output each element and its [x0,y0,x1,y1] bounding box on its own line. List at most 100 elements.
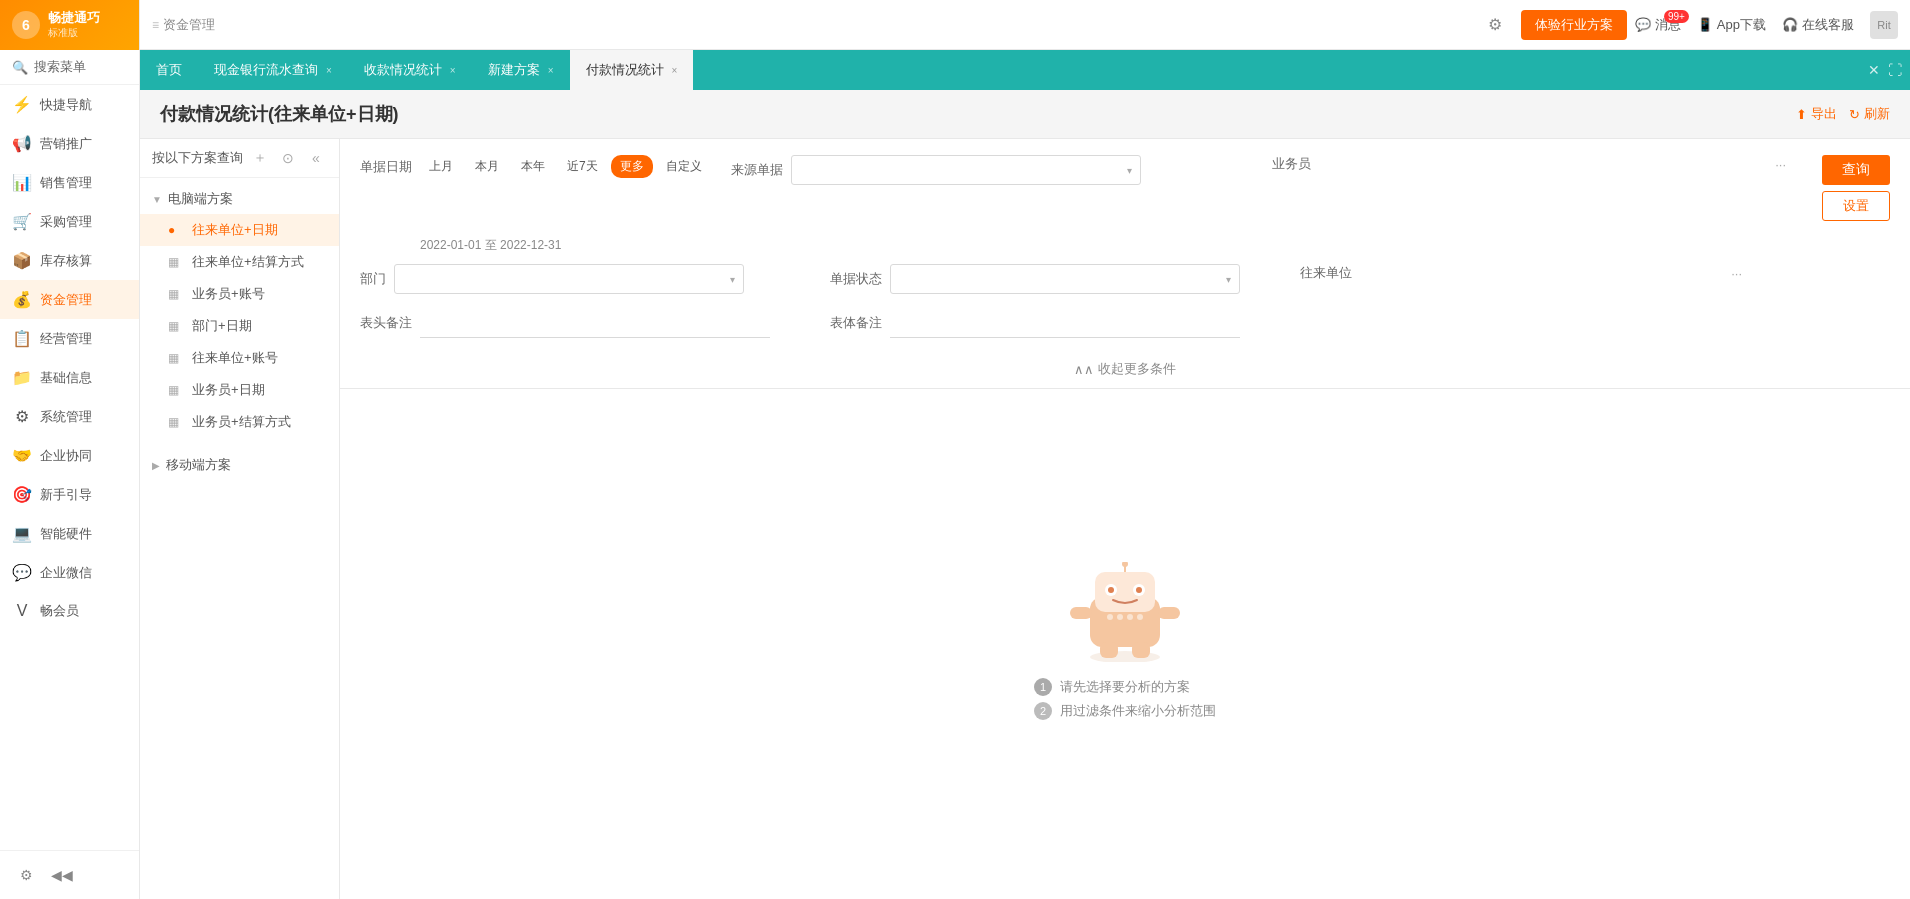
empty-hint-1: 1 请先选择要分析的方案 [1034,678,1216,696]
gear-button[interactable]: ⚙ [1481,11,1509,39]
tab-bank-flow[interactable]: 现金银行流水查询 × [198,50,348,90]
trial-industry-button[interactable]: 体验行业方案 [1521,10,1627,40]
sidebar-subtitle: 标准版 [48,26,100,40]
setting-button[interactable]: 设置 [1822,191,1890,221]
tab-bank-flow-close[interactable]: × [326,65,332,76]
tab-new-scheme-close[interactable]: × [548,65,554,76]
app-download-btn[interactable]: 📱 App下载 [1697,16,1766,34]
svg-rect-10 [1132,642,1150,658]
sidebar-item-purchase[interactable]: 🛒 采购管理 [0,202,139,241]
user-avatar[interactable]: Rit [1870,11,1898,39]
phone-icon: 📱 [1697,17,1713,32]
maximize-window-btn[interactable]: ⛶ [1888,62,1902,78]
scheme-partner-settle[interactable]: ▦ 往来单位+结算方式 [140,246,339,278]
notification-badge: 99+ [1664,10,1689,23]
bank-flow-tab-label: 现金银行流水查询 [214,61,318,79]
sidebar-item-sales[interactable]: 📊 销售管理 [0,163,139,202]
tab-window-controls: ✕ ⛶ [1860,50,1910,90]
settings-footer-btn[interactable]: ⚙ [12,861,40,889]
mobile-group-label: 移动端方案 [166,456,231,474]
tab-home[interactable]: 首页 [140,50,198,90]
sidebar-item-inventory[interactable]: 📦 库存核算 [0,241,139,280]
sidebar-item-marketing[interactable]: 📢 营销推广 [0,124,139,163]
sidebar-item-basic[interactable]: 📁 基础信息 [0,358,139,397]
page-header-actions: ⬆ 导出 ↻ 刷新 [1796,105,1890,123]
tab-new-scheme[interactable]: 新建方案 × [472,50,570,90]
corp-icon: 🤝 [12,446,32,465]
sidebar-item-capital[interactable]: 💰 资金管理 [0,280,139,319]
date-last-7[interactable]: 近7天 [558,155,607,178]
main-content: ≡ 资金管理 ⚙ 体验行业方案 💬 消息 99+ 📱 App下载 🎧 在线客服 … [140,0,1910,899]
sidebar-item-weixin[interactable]: 💬 企业微信 [0,553,139,592]
sidebar-item-label: 资金管理 [40,291,92,309]
desktop-group-label: 电脑端方案 [168,190,233,208]
source-filter-item: 来源单据 ▾ [731,155,1253,185]
source-select[interactable]: ▾ [791,155,1141,185]
collapse-sidebar-btn[interactable]: ◀◀ [48,861,76,889]
sidebar-item-member[interactable]: V 畅会员 [0,592,139,630]
sidebar-title: 畅捷通巧 [48,10,100,26]
scheme-salesman-account[interactable]: ▦ 业务员+账号 [140,278,339,310]
export-button[interactable]: ⬆ 导出 [1796,105,1837,123]
body-note-input[interactable] [890,308,1240,338]
date-custom[interactable]: 自定义 [657,155,711,178]
header-note-input[interactable] [420,308,770,338]
refresh-icon: ↻ [1849,107,1860,122]
date-more[interactable]: 更多 [611,155,653,178]
tab-collection-stat-close[interactable]: × [450,65,456,76]
sidebar-item-label: 企业协同 [40,447,92,465]
scheme-partner-date[interactable]: ● 往来单位+日期 [140,214,339,246]
empty-state: 1 请先选择要分析的方案 2 用过滤条件来缩小分析范围 [340,389,1910,899]
filter-area: 单据日期 上月 本月 本年 近7天 更多 自定义 [340,139,1910,389]
salesman-select-dots[interactable]: ··· [1775,157,1786,172]
collection-stat-tab-label: 收款情况统计 [364,61,442,79]
collapse-panel-btn[interactable]: « [305,147,327,169]
date-last-month[interactable]: 上月 [420,155,462,178]
source-select-arrow: ▾ [1127,165,1132,176]
tab-collection-stat[interactable]: 收款情况统计 × [348,50,472,90]
scheme-salesman-date[interactable]: ▦ 业务员+日期 [140,374,339,406]
breadcrumb: ≡ 资金管理 [152,16,1473,34]
scheme-settings-btn[interactable]: ⊙ [277,147,299,169]
partner-select-dots[interactable]: ··· [1731,266,1742,281]
sidebar-item-label: 新手引导 [40,486,92,504]
scheme-dept-date[interactable]: ▦ 部门+日期 [140,310,339,342]
table-icon-1: ▦ [168,255,184,269]
online-service-btn[interactable]: 🎧 在线客服 [1782,16,1854,34]
query-button[interactable]: 查询 [1822,155,1890,185]
scheme-label: 业务员+结算方式 [192,413,291,431]
dept-select[interactable]: ▾ [394,264,744,294]
sidebar-footer: ⚙ ◀◀ [0,850,139,899]
close-window-btn[interactable]: ✕ [1868,62,1880,78]
sidebar-item-hardware[interactable]: 💻 智能硬件 [0,514,139,553]
sidebar-item-operation[interactable]: 📋 经营管理 [0,319,139,358]
partner-filter-label: 往来单位 [1300,264,1352,282]
tab-payment-stat[interactable]: 付款情况统计 × [570,50,694,90]
date-this-year[interactable]: 本年 [512,155,554,178]
new-scheme-tab-label: 新建方案 [488,61,540,79]
add-scheme-btn[interactable]: ＋ [249,147,271,169]
sidebar-search[interactable]: 🔍 搜索菜单 [0,50,139,85]
desktop-group-header[interactable]: ▼ 电脑端方案 [140,184,339,214]
sidebar-item-system[interactable]: ⚙ 系统管理 [0,397,139,436]
scheme-partner-account[interactable]: ▦ 往来单位+账号 [140,342,339,374]
header-note-label: 表头备注 [360,314,412,332]
svg-rect-8 [1158,607,1180,619]
partner-filter-item: 往来单位 ··· [1300,264,1750,282]
empty-robot-svg [1065,562,1185,662]
mobile-group-header[interactable]: ▶ 移动端方案 [140,450,339,480]
sidebar-item-guide[interactable]: 🎯 新手引导 [0,475,139,514]
voucher-status-select[interactable]: ▾ [890,264,1240,294]
chart-icon: ▦ [168,351,184,365]
tab-payment-stat-close[interactable]: × [672,65,678,76]
sidebar-item-corp[interactable]: 🤝 企业协同 [0,436,139,475]
sidebar-item-quick-nav[interactable]: ⚡ 快捷导航 [0,85,139,124]
refresh-button[interactable]: ↻ 刷新 [1849,105,1890,123]
svg-point-16 [1137,614,1143,620]
salesman-filter-item: 业务员 ··· [1272,155,1794,173]
collapse-filter-btn[interactable]: ∧∧ 收起更多条件 [360,352,1890,388]
date-this-month[interactable]: 本月 [466,155,508,178]
collapse-icon: ∧∧ [1074,362,1094,377]
scheme-salesman-settle[interactable]: ▦ 业务员+结算方式 [140,406,339,438]
notification-btn[interactable]: 💬 消息 99+ [1635,16,1681,34]
